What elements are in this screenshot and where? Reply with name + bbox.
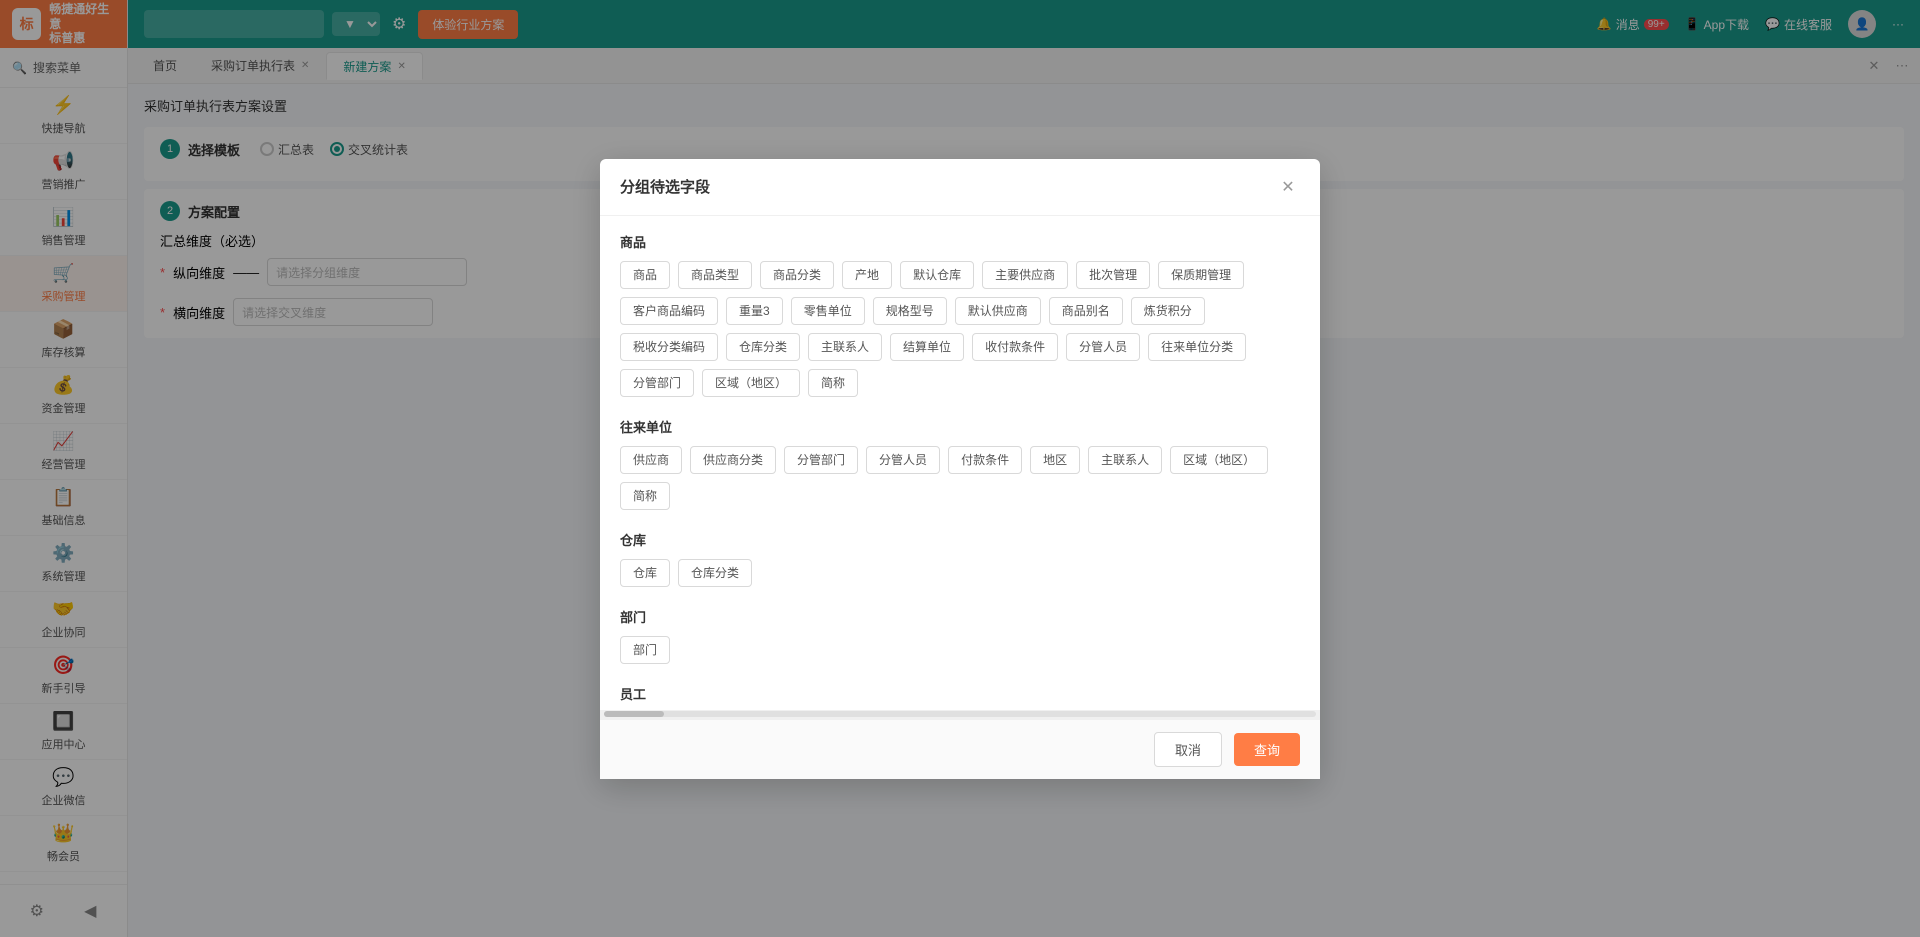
field-tags-department: 部门 [620,636,1300,664]
field-tag-product-23[interactable]: 区域（地区） [702,369,800,397]
field-tag-product-2[interactable]: 商品分类 [760,261,834,289]
field-tag-partner-4[interactable]: 付款条件 [948,446,1022,474]
field-tag-product-9[interactable]: 重量3 [726,297,783,325]
field-tag-product-17[interactable]: 主联系人 [808,333,882,361]
modal-overlay[interactable]: 分组待选字段 ✕ 商品 商品 商品类型 商品分类 产地 默认仓库 主要供应商 批… [0,0,1920,937]
field-tag-warehouse-1[interactable]: 仓库分类 [678,559,752,587]
field-tag-product-6[interactable]: 批次管理 [1076,261,1150,289]
field-tag-product-0[interactable]: 商品 [620,261,670,289]
field-section-employee: 员工 业务员 [620,684,1300,710]
field-tag-product-19[interactable]: 收付款条件 [972,333,1058,361]
field-tag-product-12[interactable]: 默认供应商 [955,297,1041,325]
field-tag-partner-0[interactable]: 供应商 [620,446,682,474]
field-tag-product-16[interactable]: 仓库分类 [726,333,800,361]
field-tag-product-3[interactable]: 产地 [842,261,892,289]
field-tag-product-24[interactable]: 简称 [808,369,858,397]
field-tag-product-10[interactable]: 零售单位 [791,297,865,325]
modal-footer: 取消 查询 [600,719,1320,779]
field-tag-product-18[interactable]: 结算单位 [890,333,964,361]
field-tag-product-13[interactable]: 商品别名 [1049,297,1123,325]
field-tag-product-1[interactable]: 商品类型 [678,261,752,289]
field-tags-warehouse: 仓库 仓库分类 [620,559,1300,587]
modal-header: 分组待选字段 ✕ [600,159,1320,216]
field-tags-product: 商品 商品类型 商品分类 产地 默认仓库 主要供应商 批次管理 保质期管理 客户… [620,261,1300,397]
field-tag-partner-3[interactable]: 分管人员 [866,446,940,474]
field-section-department-title: 部门 [620,607,1300,626]
field-tag-product-4[interactable]: 默认仓库 [900,261,974,289]
field-section-employee-title: 员工 [620,684,1300,703]
field-tag-product-22[interactable]: 分管部门 [620,369,694,397]
field-tag-product-14[interactable]: 炼货积分 [1131,297,1205,325]
field-tag-product-7[interactable]: 保质期管理 [1158,261,1244,289]
field-tag-product-8[interactable]: 客户商品编码 [620,297,718,325]
modal-title: 分组待选字段 [620,176,710,197]
field-tag-warehouse-0[interactable]: 仓库 [620,559,670,587]
field-tag-partner-2[interactable]: 分管部门 [784,446,858,474]
modal-hscroll-thumb[interactable] [604,711,664,717]
field-section-warehouse: 仓库 仓库 仓库分类 [620,530,1300,587]
field-tag-partner-1[interactable]: 供应商分类 [690,446,776,474]
modal-dialog: 分组待选字段 ✕ 商品 商品 商品类型 商品分类 产地 默认仓库 主要供应商 批… [600,159,1320,779]
modal-hscroll-track [604,711,1316,717]
field-tag-product-20[interactable]: 分管人员 [1066,333,1140,361]
field-section-partner: 往来单位 供应商 供应商分类 分管部门 分管人员 付款条件 地区 主联系人 区域… [620,417,1300,510]
field-tags-partner: 供应商 供应商分类 分管部门 分管人员 付款条件 地区 主联系人 区域（地区） … [620,446,1300,510]
field-section-warehouse-title: 仓库 [620,530,1300,549]
field-tag-partner-6[interactable]: 主联系人 [1088,446,1162,474]
field-tag-partner-7[interactable]: 区域（地区） [1170,446,1268,474]
field-section-product-title: 商品 [620,232,1300,251]
field-tag-department-0[interactable]: 部门 [620,636,670,664]
field-tag-partner-8[interactable]: 简称 [620,482,670,510]
modal-hscroll[interactable] [600,710,1320,719]
field-tag-partner-5[interactable]: 地区 [1030,446,1080,474]
modal-close-button[interactable]: ✕ [1276,175,1300,199]
field-section-department: 部门 部门 [620,607,1300,664]
field-section-partner-title: 往来单位 [620,417,1300,436]
field-tag-product-5[interactable]: 主要供应商 [982,261,1068,289]
modal-cancel-button[interactable]: 取消 [1154,732,1222,767]
modal-confirm-button[interactable]: 查询 [1234,733,1300,766]
modal-body: 商品 商品 商品类型 商品分类 产地 默认仓库 主要供应商 批次管理 保质期管理… [600,216,1320,710]
field-tag-product-11[interactable]: 规格型号 [873,297,947,325]
field-tag-product-15[interactable]: 税收分类编码 [620,333,718,361]
field-tag-product-21[interactable]: 往来单位分类 [1148,333,1246,361]
field-section-product: 商品 商品 商品类型 商品分类 产地 默认仓库 主要供应商 批次管理 保质期管理… [620,232,1300,397]
